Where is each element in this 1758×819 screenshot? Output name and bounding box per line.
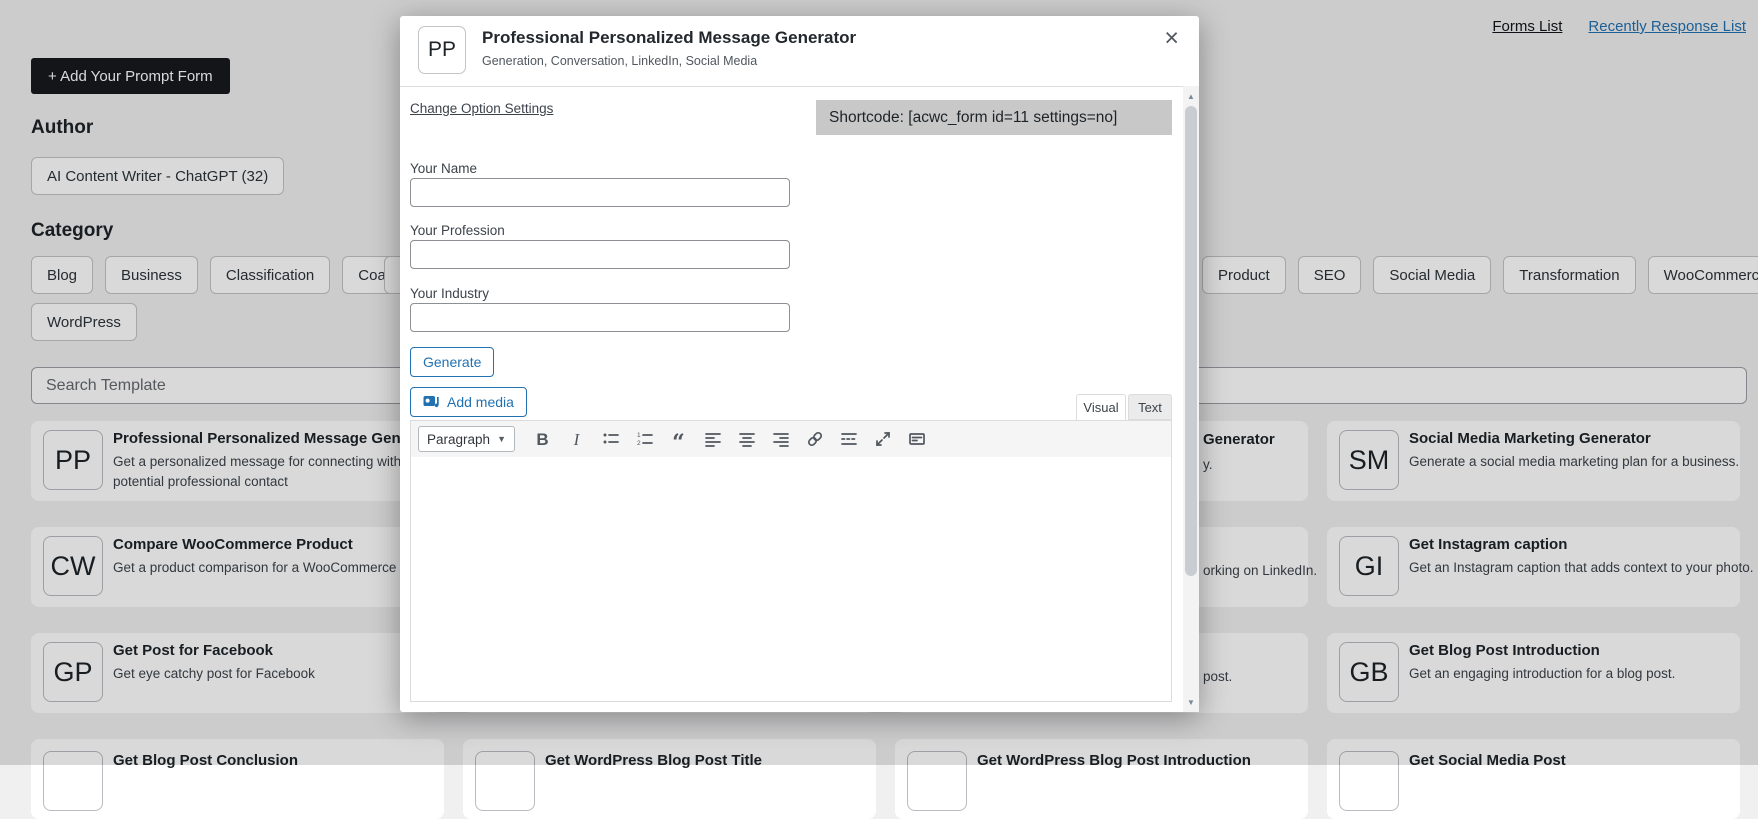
svg-text:2: 2 — [637, 440, 641, 447]
bulleted-list-icon[interactable] — [596, 426, 625, 452]
generate-button[interactable]: Generate — [410, 347, 495, 377]
your-name-input[interactable] — [410, 178, 790, 207]
italic-icon[interactable]: I — [562, 426, 591, 452]
numbered-list-icon[interactable]: 12 — [630, 426, 659, 452]
add-media-button[interactable]: Add media — [410, 387, 527, 417]
insert-link-icon[interactable] — [800, 426, 829, 452]
shortcode-box: Shortcode: [acwc_form id=11 settings=no] — [816, 100, 1172, 135]
editor-content-area[interactable] — [410, 457, 1172, 702]
change-option-settings-link[interactable]: Change Option Settings — [410, 101, 553, 116]
your-profession-input[interactable] — [410, 240, 790, 269]
align-right-icon[interactable] — [766, 426, 795, 452]
editor-toolbar: Paragraph ▼ B I 1 2 “ — [410, 420, 1172, 458]
scrollbar-up-icon[interactable]: ▲ — [1183, 88, 1199, 104]
svg-text:1: 1 — [637, 432, 641, 439]
close-icon[interactable]: × — [1158, 24, 1185, 53]
paragraph-dropdown-label: Paragraph — [427, 431, 491, 447]
align-center-icon[interactable] — [732, 426, 761, 452]
align-left-icon[interactable] — [698, 426, 727, 452]
scrollbar-down-icon[interactable]: ▼ — [1183, 694, 1199, 710]
your-industry-label: Your Industry — [410, 286, 490, 301]
paragraph-dropdown[interactable]: Paragraph ▼ — [418, 426, 515, 452]
tab-text[interactable]: Text — [1128, 394, 1172, 420]
prompt-form-modal: PP Professional Personalized Message Gen… — [400, 16, 1199, 712]
your-name-label: Your Name — [410, 161, 478, 176]
scrollbar-thumb[interactable] — [1185, 106, 1197, 576]
chevron-down-icon: ▼ — [497, 434, 506, 444]
add-media-label: Add media — [447, 394, 514, 410]
modal-title: Professional Personalized Message Genera… — [482, 28, 857, 47]
modal-header-divider — [400, 86, 1199, 87]
your-industry-input[interactable] — [410, 303, 790, 332]
modal-scrollbar[interactable]: ▲ ▼ — [1183, 86, 1199, 712]
toolbar-toggle-icon[interactable] — [902, 426, 931, 452]
your-profession-label: Your Profession — [410, 223, 505, 238]
add-media-icon — [423, 394, 440, 411]
bold-icon[interactable]: B — [528, 426, 557, 452]
blockquote-icon[interactable]: “ — [664, 426, 693, 454]
tab-visual[interactable]: Visual — [1076, 394, 1126, 420]
read-more-icon[interactable] — [834, 426, 863, 452]
fullscreen-icon[interactable] — [868, 426, 897, 452]
modal-subtitle: Generation, Conversation, LinkedIn, Soci… — [482, 54, 758, 68]
modal-avatar: PP — [418, 26, 466, 74]
